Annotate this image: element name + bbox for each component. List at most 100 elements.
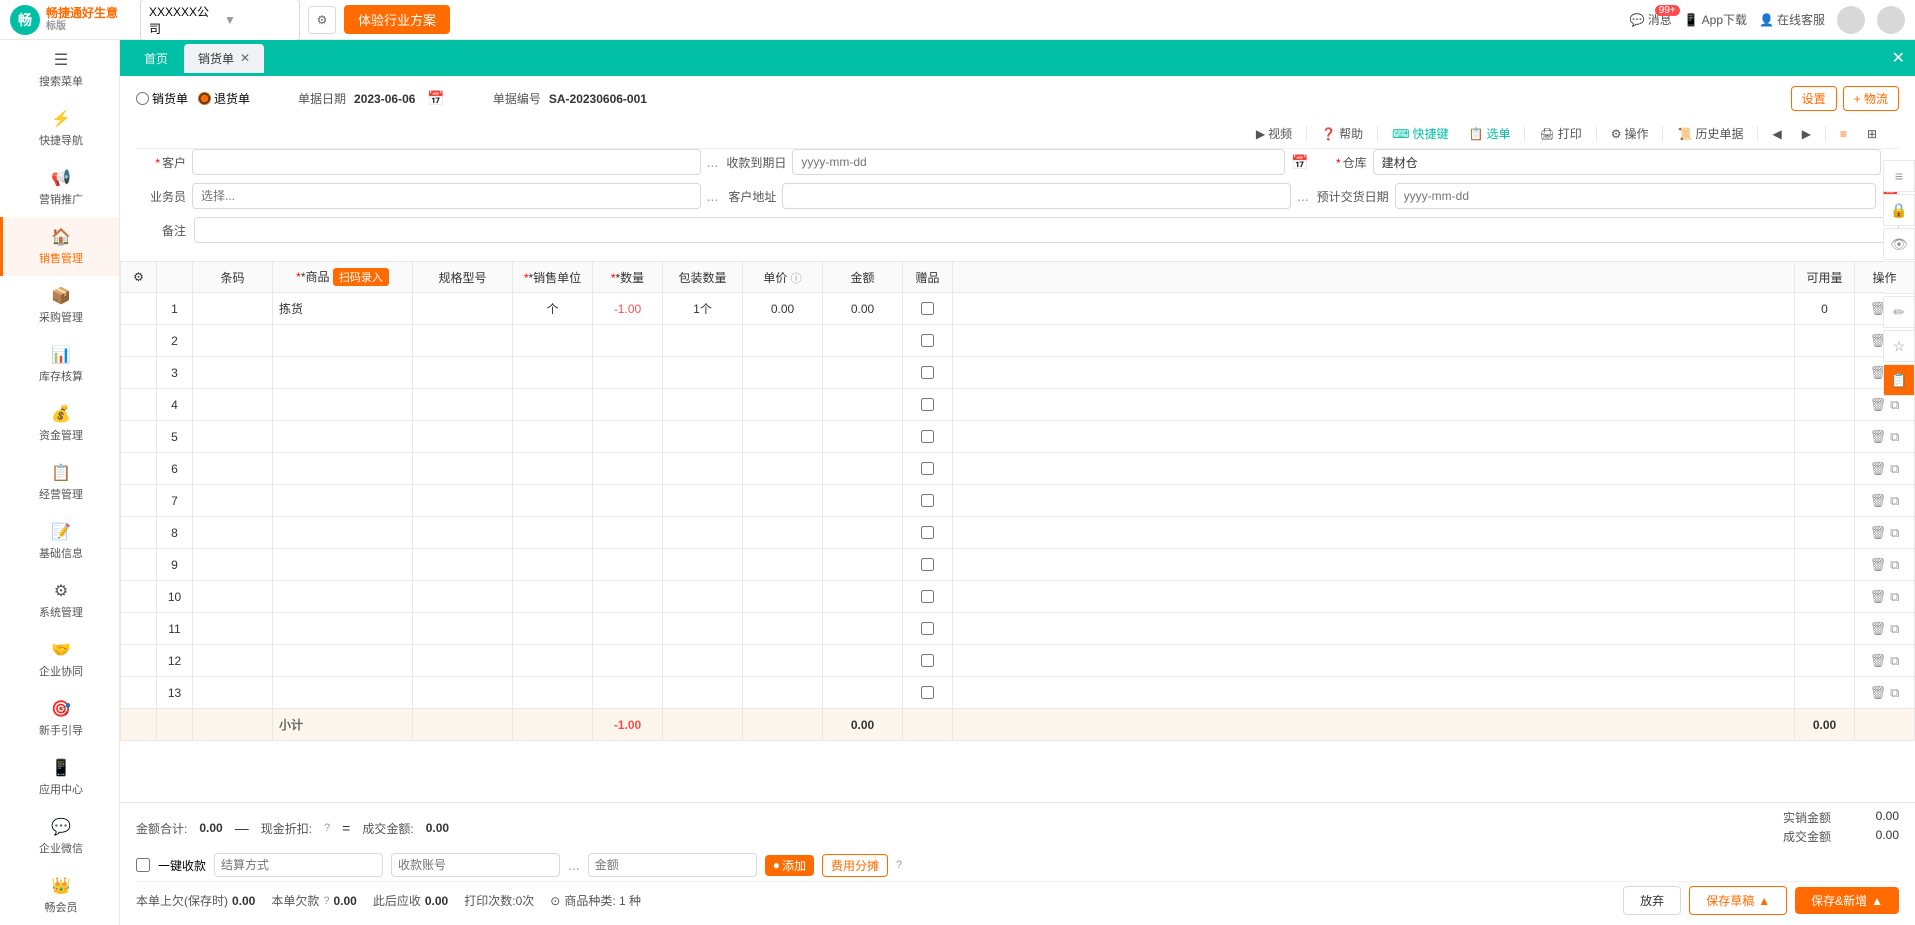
cell-price-7[interactable] [743, 517, 823, 549]
settings-button[interactable]: 设置 [1791, 86, 1837, 111]
cell-product-12[interactable] [273, 677, 413, 709]
cell-qty-8[interactable] [593, 549, 663, 581]
gift-checkbox-12[interactable] [921, 686, 934, 699]
cell-barcode-12[interactable] [193, 677, 273, 709]
cell-barcode-11[interactable] [193, 645, 273, 677]
toolbar-view-list[interactable]: ≡ [1834, 125, 1853, 143]
cell-amount-0[interactable]: 0.00 [823, 293, 903, 325]
toolbar-prev[interactable]: ◀ [1766, 125, 1787, 143]
copy-icon-12[interactable]: ⧉ [1890, 685, 1899, 701]
cell-unit-1[interactable] [513, 325, 593, 357]
cell-amount-11[interactable] [823, 645, 903, 677]
gift-checkbox-5[interactable] [921, 462, 934, 475]
gift-checkbox-6[interactable] [921, 494, 934, 507]
cell-spec-11[interactable] [413, 645, 513, 677]
gift-checkbox-3[interactable] [921, 398, 934, 411]
cell-price-12[interactable] [743, 677, 823, 709]
due-date-calendar-icon[interactable]: 📅 [1291, 154, 1308, 171]
copy-icon-8[interactable]: ⧉ [1890, 557, 1899, 573]
account-more-icon[interactable]: ... [568, 857, 580, 873]
gift-checkbox-9[interactable] [921, 590, 934, 603]
gift-checkbox-2[interactable] [921, 366, 934, 379]
cell-barcode-6[interactable] [193, 485, 273, 517]
sidebar-item-purchase[interactable]: 📦 采购管理 [0, 276, 119, 335]
cell-amount-5[interactable] [823, 453, 903, 485]
cell-unit-2[interactable] [513, 357, 593, 389]
cell-pkgqty-5[interactable] [663, 453, 743, 485]
radio-return-input[interactable] [198, 92, 211, 105]
cell-product-7[interactable] [273, 517, 413, 549]
cell-pkgqty-1[interactable] [663, 325, 743, 357]
draft-button[interactable]: 保存草稿 ▲ [1689, 886, 1787, 915]
note-input[interactable] [194, 217, 1899, 243]
discount-help-icon[interactable]: ? [324, 822, 330, 834]
cell-amount-4[interactable] [823, 421, 903, 453]
app-download-button[interactable]: 📱 App下载 [1684, 11, 1747, 28]
cell-qty-7[interactable] [593, 517, 663, 549]
add-button[interactable]: ● 添加 [765, 855, 814, 876]
cell-barcode-2[interactable] [193, 357, 273, 389]
cell-qty-6[interactable] [593, 485, 663, 517]
toolbar-next[interactable]: ▶ [1796, 125, 1817, 143]
tab-home[interactable]: 首页 [130, 44, 182, 73]
cell-barcode-7[interactable] [193, 517, 273, 549]
cell-amount-8[interactable] [823, 549, 903, 581]
cell-gift-9[interactable] [903, 581, 953, 613]
cell-barcode-5[interactable] [193, 453, 273, 485]
logistics-button[interactable]: + 物流 [1843, 86, 1899, 111]
tab-close-icon[interactable]: ✕ [240, 51, 250, 65]
cell-spec-9[interactable] [413, 581, 513, 613]
expense-button[interactable]: 费用分摊 [822, 854, 888, 877]
gift-checkbox-0[interactable] [921, 302, 934, 315]
cell-qty-12[interactable] [593, 677, 663, 709]
cell-product-10[interactable] [273, 613, 413, 645]
gift-checkbox-8[interactable] [921, 558, 934, 571]
sidebar-item-system[interactable]: ⚙ 系统管理 [0, 571, 119, 630]
cell-unit-0[interactable]: 个 [513, 293, 593, 325]
due-date-input[interactable] [792, 149, 1285, 175]
amount-input[interactable] [588, 853, 757, 877]
delete-icon-5[interactable]: 🗑 [1870, 461, 1887, 477]
copy-icon-11[interactable]: ⧉ [1890, 653, 1899, 669]
radio-sales-input[interactable] [136, 92, 149, 105]
rp-btn-5[interactable]: ✏ [1883, 296, 1915, 328]
sidebar-item-app-center[interactable]: 📱 应用中心 [0, 748, 119, 807]
cell-pkgqty-12[interactable] [663, 677, 743, 709]
cell-gift-4[interactable] [903, 421, 953, 453]
cell-qty-9[interactable] [593, 581, 663, 613]
rp-btn-3[interactable]: 👁 [1883, 228, 1915, 260]
cell-spec-4[interactable] [413, 421, 513, 453]
gift-checkbox-4[interactable] [921, 430, 934, 443]
total-owe-help[interactable]: ? [323, 895, 329, 907]
cell-unit-3[interactable] [513, 389, 593, 421]
cell-amount-2[interactable] [823, 357, 903, 389]
sidebar-item-search[interactable]: ☰ 搜索菜单 [0, 40, 119, 99]
sidebar-item-basic-info[interactable]: 📝 基础信息 [0, 512, 119, 571]
cell-amount-1[interactable] [823, 325, 903, 357]
cell-unit-8[interactable] [513, 549, 593, 581]
expected-date-input[interactable] [1395, 183, 1876, 209]
cell-qty-3[interactable] [593, 389, 663, 421]
cell-spec-0[interactable] [413, 293, 513, 325]
copy-icon-5[interactable]: ⧉ [1890, 461, 1899, 477]
tab-sales-order[interactable]: 销货单 ✕ [184, 44, 264, 73]
tab-close-window-icon[interactable]: ✕ [1892, 48, 1905, 68]
cell-product-9[interactable] [273, 581, 413, 613]
cell-price-8[interactable] [743, 549, 823, 581]
cell-price-4[interactable] [743, 421, 823, 453]
expense-help-icon[interactable]: ? [896, 859, 902, 871]
save-new-button[interactable]: 保存&新增 ▲ [1795, 887, 1899, 914]
cell-barcode-0[interactable] [193, 293, 273, 325]
sidebar-item-quick-nav[interactable]: ⚡ 快捷导航 [0, 99, 119, 158]
cell-gift-12[interactable] [903, 677, 953, 709]
copy-icon-10[interactable]: ⧉ [1890, 621, 1899, 637]
cell-product-4[interactable] [273, 421, 413, 453]
toolbar-operation[interactable]: ⚙ 操作 [1605, 123, 1655, 144]
cell-qty-5[interactable] [593, 453, 663, 485]
cell-qty-4[interactable] [593, 421, 663, 453]
cell-gift-3[interactable] [903, 389, 953, 421]
cell-pkgqty-10[interactable] [663, 613, 743, 645]
salesman-input[interactable] [192, 183, 701, 209]
cell-price-1[interactable] [743, 325, 823, 357]
online-service-button[interactable]: 👤 在线客服 [1759, 11, 1825, 28]
